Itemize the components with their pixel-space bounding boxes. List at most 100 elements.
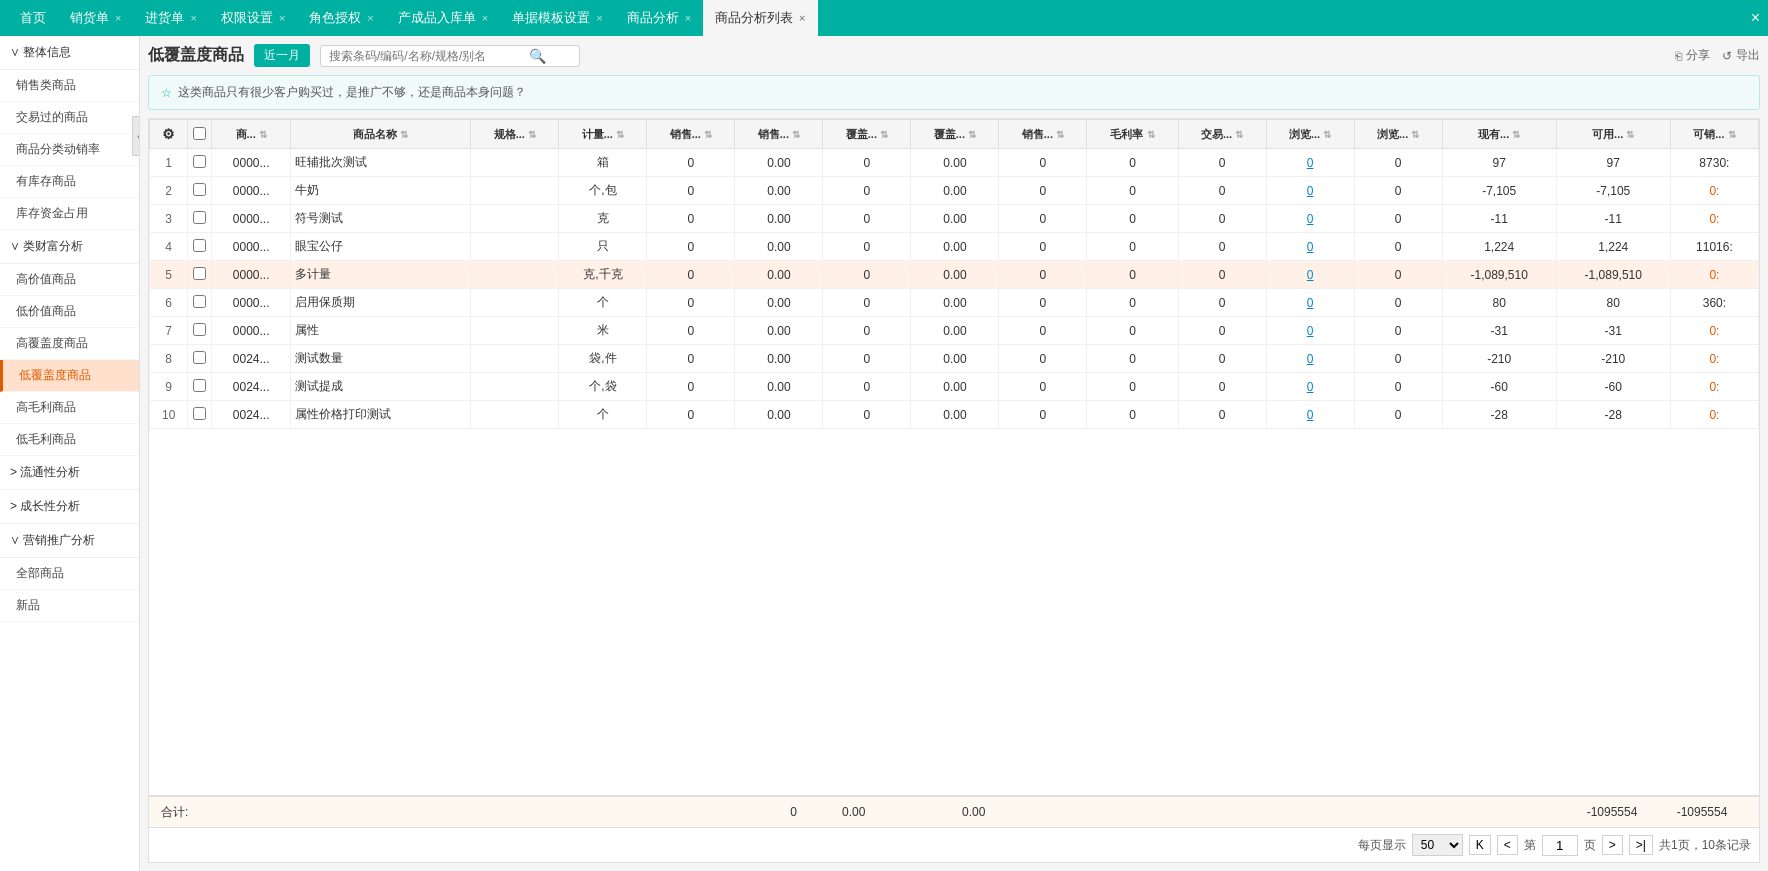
sidebar-item-stock-goods[interactable]: 有库存商品 [0,166,139,198]
row-browse1[interactable]: 0 [1266,401,1354,429]
row-margin: 0 [1087,205,1178,233]
row-checkbox-cell[interactable] [188,317,212,345]
page-size-select[interactable]: 20 50 100 [1412,834,1463,856]
row-sales3: 0 [999,205,1087,233]
col-browse1[interactable]: 浏览... ⇅ [1266,120,1354,149]
col-trade[interactable]: 交易... ⇅ [1178,120,1266,149]
close-icon[interactable]: × [279,12,285,24]
row-checkbox[interactable] [193,239,206,252]
row-browse1[interactable]: 0 [1266,345,1354,373]
col-margin[interactable]: 毛利率 ⇅ [1087,120,1178,149]
row-checkbox-cell[interactable] [188,289,212,317]
row-checkbox[interactable] [193,351,206,364]
close-icon[interactable]: × [115,12,121,24]
col-cov2[interactable]: 覆盖... ⇅ [911,120,999,149]
col-sales-amt[interactable]: 销售... ⇅ [735,120,823,149]
col-gear[interactable]: ⚙ [150,120,188,149]
col-unit[interactable]: 计量... ⇅ [559,120,647,149]
row-browse1[interactable]: 0 [1266,205,1354,233]
nav-tab-purchase[interactable]: 进货单 × [133,0,208,36]
sidebar-item-all-goods[interactable]: 全部商品 [0,558,139,590]
sidebar-section-growth[interactable]: > 成长性分析 [0,490,139,524]
sidebar-item-high-coverage[interactable]: 高覆盖度商品 [0,328,139,360]
share-button[interactable]: ⎗ 分享 [1675,47,1710,64]
search-input[interactable] [329,49,529,63]
row-checkbox-cell[interactable] [188,205,212,233]
sidebar-item-high-value[interactable]: 高价值商品 [0,264,139,296]
sidebar-section-marketing[interactable]: ∨ 营销推广分析 [0,524,139,558]
sidebar-item-sales-goods[interactable]: 销售类商品 [0,70,139,102]
close-icon[interactable]: × [685,12,691,24]
row-browse1[interactable]: 0 [1266,261,1354,289]
row-sales-qty: 0 [647,401,735,429]
sidebar-section-wealth[interactable]: ∨ 类财富分析 [0,230,139,264]
sidebar-item-low-coverage[interactable]: 低覆盖度商品 [0,360,139,392]
nav-tab-analysis-list[interactable]: 商品分析列表 × [703,0,817,36]
next-page-button[interactable]: > [1602,835,1623,855]
col-spec[interactable]: 规格... ⇅ [471,120,559,149]
prev-page-button[interactable]: < [1497,835,1518,855]
sidebar-item-new-goods[interactable]: 新品 [0,590,139,622]
row-checkbox[interactable] [193,155,206,168]
col-available[interactable]: 可用... ⇅ [1556,120,1670,149]
row-checkbox-cell[interactable] [188,177,212,205]
close-icon[interactable]: × [190,12,196,24]
row-browse1[interactable]: 0 [1266,373,1354,401]
col-name[interactable]: 商品名称 ⇅ [290,120,470,149]
nav-tab-sales[interactable]: 销货单 × [58,0,133,36]
page-number-input[interactable] [1542,835,1578,856]
nav-tab-home[interactable]: 首页 [8,0,58,36]
row-checkbox[interactable] [193,183,206,196]
row-browse1[interactable]: 0 [1266,317,1354,345]
row-checkbox-cell[interactable] [188,373,212,401]
col-code[interactable]: 商... ⇅ [212,120,291,149]
nav-tab-permissions[interactable]: 权限设置 × [209,0,297,36]
sidebar-item-low-margin[interactable]: 低毛利商品 [0,424,139,456]
last-page-button[interactable]: >| [1629,835,1653,855]
row-browse1[interactable]: 0 [1266,289,1354,317]
row-checkbox[interactable] [193,267,206,280]
row-checkbox[interactable] [193,407,206,420]
row-checkbox[interactable] [193,211,206,224]
row-checkbox[interactable] [193,379,206,392]
col-sales-qty[interactable]: 销售... ⇅ [647,120,735,149]
close-icon[interactable]: × [367,12,373,24]
col-current[interactable]: 现有... ⇅ [1442,120,1556,149]
first-page-button[interactable]: K [1469,835,1491,855]
export-button[interactable]: ↺ 导出 [1722,47,1760,64]
row-browse1[interactable]: 0 [1266,233,1354,261]
row-checkbox-cell[interactable] [188,261,212,289]
select-all-checkbox[interactable] [193,127,206,140]
col-sellable[interactable]: 可销... ⇅ [1670,120,1758,149]
col-checkbox[interactable] [188,120,212,149]
close-all-button[interactable]: × [1751,9,1760,27]
sidebar-collapse-button[interactable]: « [132,116,140,156]
close-icon[interactable]: × [596,12,602,24]
sidebar-item-capital[interactable]: 库存资金占用 [0,198,139,230]
col-cov1[interactable]: 覆盖... ⇅ [823,120,911,149]
nav-tab-production[interactable]: 产成品入库单 × [386,0,500,36]
row-checkbox-cell[interactable] [188,345,212,373]
sidebar-item-high-margin[interactable]: 高毛利商品 [0,392,139,424]
row-browse1[interactable]: 0 [1266,149,1354,177]
sidebar-item-traded-goods[interactable]: 交易过的商品 [0,102,139,134]
row-checkbox[interactable] [193,295,206,308]
close-icon[interactable]: × [482,12,488,24]
nav-tab-analysis[interactable]: 商品分析 × [615,0,703,36]
nav-tab-role[interactable]: 角色授权 × [297,0,385,36]
sidebar-item-low-value[interactable]: 低价值商品 [0,296,139,328]
row-checkbox-cell[interactable] [188,401,212,429]
row-num: 9 [150,373,188,401]
period-button[interactable]: 近一月 [254,44,310,67]
row-checkbox[interactable] [193,323,206,336]
row-checkbox-cell[interactable] [188,149,212,177]
sidebar-item-category-rate[interactable]: 商品分类动销率 [0,134,139,166]
close-icon[interactable]: × [799,12,805,24]
nav-tab-template[interactable]: 单据模板设置 × [500,0,614,36]
col-sales3[interactable]: 销售... ⇅ [999,120,1087,149]
row-browse1[interactable]: 0 [1266,177,1354,205]
sidebar-section-overview[interactable]: ∨ 整体信息 [0,36,139,70]
row-checkbox-cell[interactable] [188,233,212,261]
sidebar-section-liquidity[interactable]: > 流通性分析 [0,456,139,490]
col-browse2[interactable]: 浏览... ⇅ [1354,120,1442,149]
